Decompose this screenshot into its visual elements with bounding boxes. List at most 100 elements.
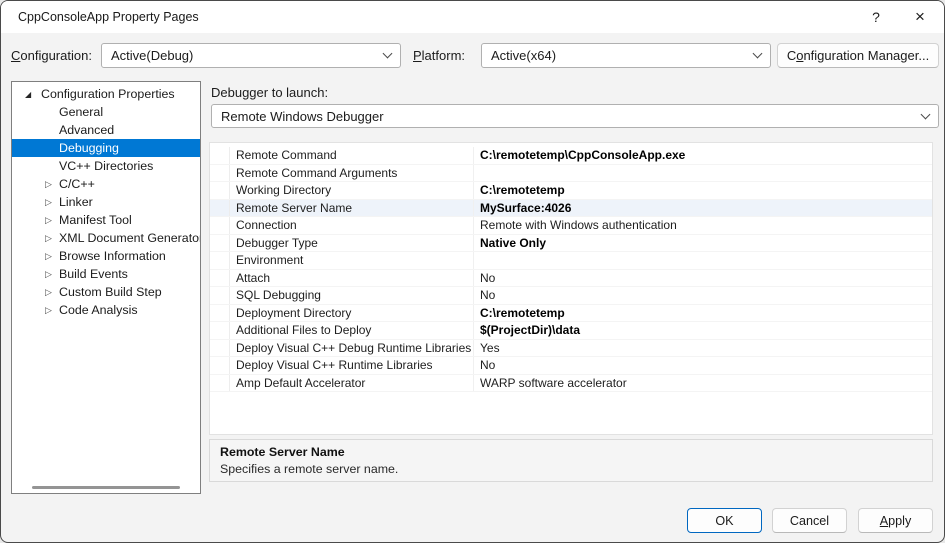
expander-collapsed-icon[interactable]: ▷ bbox=[45, 233, 59, 244]
row-gutter bbox=[210, 305, 230, 322]
help-icon: ? bbox=[872, 9, 880, 25]
platform-dropdown[interactable]: Active(x64) bbox=[481, 43, 771, 68]
property-value[interactable]: MySurface:4026 bbox=[474, 200, 932, 217]
titlebar: CppConsoleApp Property Pages ? × bbox=[1, 1, 944, 33]
property-name: SQL Debugging bbox=[230, 287, 474, 304]
expander-collapsed-icon[interactable]: ▷ bbox=[45, 179, 59, 190]
property-row-amp-default-accelerator[interactable]: Amp Default Accelerator WARP software ac… bbox=[210, 375, 932, 393]
expander-collapsed-icon[interactable]: ▷ bbox=[45, 197, 59, 208]
property-row-deployment-directory[interactable]: Deployment Directory C:\remotetemp bbox=[210, 305, 932, 323]
tree-item-advanced[interactable]: Advanced bbox=[12, 121, 200, 139]
property-value[interactable]: No bbox=[474, 357, 932, 374]
expander-collapsed-icon[interactable]: ▷ bbox=[45, 251, 59, 262]
debugger-to-launch-label: Debugger to launch: bbox=[211, 85, 328, 100]
row-gutter bbox=[210, 252, 230, 269]
property-name: Environment bbox=[230, 252, 474, 269]
apply-label: Apply bbox=[880, 514, 912, 528]
row-gutter bbox=[210, 322, 230, 339]
row-gutter bbox=[210, 235, 230, 252]
property-row-remote-command[interactable]: Remote Command C:\remotetemp\CppConsoleA… bbox=[210, 147, 932, 165]
row-gutter bbox=[210, 340, 230, 357]
configuration-dropdown[interactable]: Active(Debug) bbox=[101, 43, 401, 68]
property-row-environment[interactable]: Environment bbox=[210, 252, 932, 270]
property-row-deploy-runtime-libraries[interactable]: Deploy Visual C++ Runtime Libraries No bbox=[210, 357, 932, 375]
ok-button[interactable]: OK bbox=[687, 508, 762, 533]
property-name: Remote Server Name bbox=[230, 200, 474, 217]
property-value[interactable]: C:\remotetemp bbox=[474, 305, 932, 322]
tree-item-build-events[interactable]: ▷ Build Events bbox=[12, 265, 200, 283]
property-row-working-directory[interactable]: Working Directory C:\remotetemp bbox=[210, 182, 932, 200]
property-row-remote-server-name[interactable]: Remote Server Name MySurface:4026 bbox=[210, 200, 932, 218]
property-name: Remote Command bbox=[230, 147, 474, 164]
row-gutter bbox=[210, 270, 230, 287]
chevron-down-icon bbox=[383, 49, 393, 59]
expander-collapsed-icon[interactable]: ▷ bbox=[45, 305, 59, 316]
property-value[interactable]: C:\remotetemp\CppConsoleApp.exe bbox=[474, 147, 932, 164]
row-gutter bbox=[210, 287, 230, 304]
tree-item-general[interactable]: General bbox=[12, 103, 200, 121]
property-description-panel: Remote Server Name Specifies a remote se… bbox=[209, 439, 933, 482]
description-title: Remote Server Name bbox=[220, 445, 922, 459]
property-pages-dialog: CppConsoleApp Property Pages ? × Configu… bbox=[0, 0, 945, 543]
row-gutter bbox=[210, 200, 230, 217]
window-title: CppConsoleApp Property Pages bbox=[18, 10, 199, 24]
property-row-deploy-debug-runtime-libraries[interactable]: Deploy Visual C++ Debug Runtime Librarie… bbox=[210, 340, 932, 358]
property-value[interactable]: No bbox=[474, 287, 932, 304]
property-value[interactable]: No bbox=[474, 270, 932, 287]
apply-button[interactable]: Apply bbox=[858, 508, 933, 533]
property-row-sql-debugging[interactable]: SQL Debugging No bbox=[210, 287, 932, 305]
tree-item-linker[interactable]: ▷ Linker bbox=[12, 193, 200, 211]
property-row-remote-command-arguments[interactable]: Remote Command Arguments bbox=[210, 165, 932, 183]
property-row-additional-files-to-deploy[interactable]: Additional Files to Deploy $(ProjectDir)… bbox=[210, 322, 932, 340]
tree-item-custom-build-step[interactable]: ▷ Custom Build Step bbox=[12, 283, 200, 301]
tree-item-code-analysis[interactable]: ▷ Code Analysis bbox=[12, 301, 200, 319]
chevron-down-icon bbox=[921, 109, 931, 119]
property-row-debugger-type[interactable]: Debugger Type Native Only bbox=[210, 235, 932, 253]
debugger-dropdown[interactable]: Remote Windows Debugger bbox=[211, 104, 939, 128]
configuration-manager-button[interactable]: Configuration Manager... bbox=[777, 43, 939, 68]
property-value[interactable]: Yes bbox=[474, 340, 932, 357]
help-button[interactable]: ? bbox=[854, 1, 898, 33]
expander-collapsed-icon[interactable]: ▷ bbox=[45, 269, 59, 280]
tree-item-debugging[interactable]: Debugging bbox=[12, 139, 200, 157]
tree-item-configuration-properties[interactable]: ◢ Configuration Properties bbox=[12, 85, 200, 103]
close-button[interactable]: × bbox=[898, 1, 942, 33]
property-value[interactable]: WARP software accelerator bbox=[474, 375, 932, 392]
row-gutter bbox=[210, 182, 230, 199]
property-value[interactable]: $(ProjectDir)\data bbox=[474, 322, 932, 339]
property-value[interactable]: Remote with Windows authentication bbox=[474, 217, 932, 234]
configuration-manager-label: Configuration Manager... bbox=[787, 48, 929, 63]
expander-collapsed-icon[interactable]: ▷ bbox=[45, 287, 59, 298]
property-value[interactable] bbox=[474, 252, 932, 269]
configuration-label: Configuration: bbox=[11, 48, 92, 63]
property-value[interactable]: Native Only bbox=[474, 235, 932, 252]
property-name: Debugger Type bbox=[230, 235, 474, 252]
property-grid: Remote Command C:\remotetemp\CppConsoleA… bbox=[209, 142, 933, 435]
property-row-attach[interactable]: Attach No bbox=[210, 270, 932, 288]
tree-item-vcpp-directories[interactable]: VC++ Directories bbox=[12, 157, 200, 175]
tree-item-manifest-tool[interactable]: ▷ Manifest Tool bbox=[12, 211, 200, 229]
cancel-button[interactable]: Cancel bbox=[772, 508, 847, 533]
property-row-connection[interactable]: Connection Remote with Windows authentic… bbox=[210, 217, 932, 235]
close-icon: × bbox=[915, 7, 925, 27]
property-name: Deploy Visual C++ Debug Runtime Librarie… bbox=[230, 340, 474, 357]
property-value[interactable] bbox=[474, 165, 932, 182]
chevron-down-icon bbox=[753, 49, 763, 59]
debugger-dropdown-value: Remote Windows Debugger bbox=[221, 109, 384, 124]
expander-collapsed-icon[interactable]: ▷ bbox=[45, 215, 59, 226]
property-name: Deploy Visual C++ Runtime Libraries bbox=[230, 357, 474, 374]
tree-item-c-cpp[interactable]: ▷ C/C++ bbox=[12, 175, 200, 193]
row-gutter bbox=[210, 375, 230, 392]
property-value[interactable]: C:\remotetemp bbox=[474, 182, 932, 199]
tree-item-browse-information[interactable]: ▷ Browse Information bbox=[12, 247, 200, 265]
expander-expanded-icon[interactable]: ◢ bbox=[25, 90, 41, 99]
platform-dropdown-value: Active(x64) bbox=[491, 48, 556, 63]
row-gutter bbox=[210, 165, 230, 182]
property-name: Remote Command Arguments bbox=[230, 165, 474, 182]
configuration-dropdown-value: Active(Debug) bbox=[111, 48, 193, 63]
row-gutter bbox=[210, 147, 230, 164]
tree-item-xml-document-generator[interactable]: ▷ XML Document Generator bbox=[12, 229, 200, 247]
tree-horizontal-scrollbar[interactable] bbox=[32, 486, 180, 489]
platform-label: Platform: bbox=[413, 48, 465, 63]
row-gutter bbox=[210, 217, 230, 234]
